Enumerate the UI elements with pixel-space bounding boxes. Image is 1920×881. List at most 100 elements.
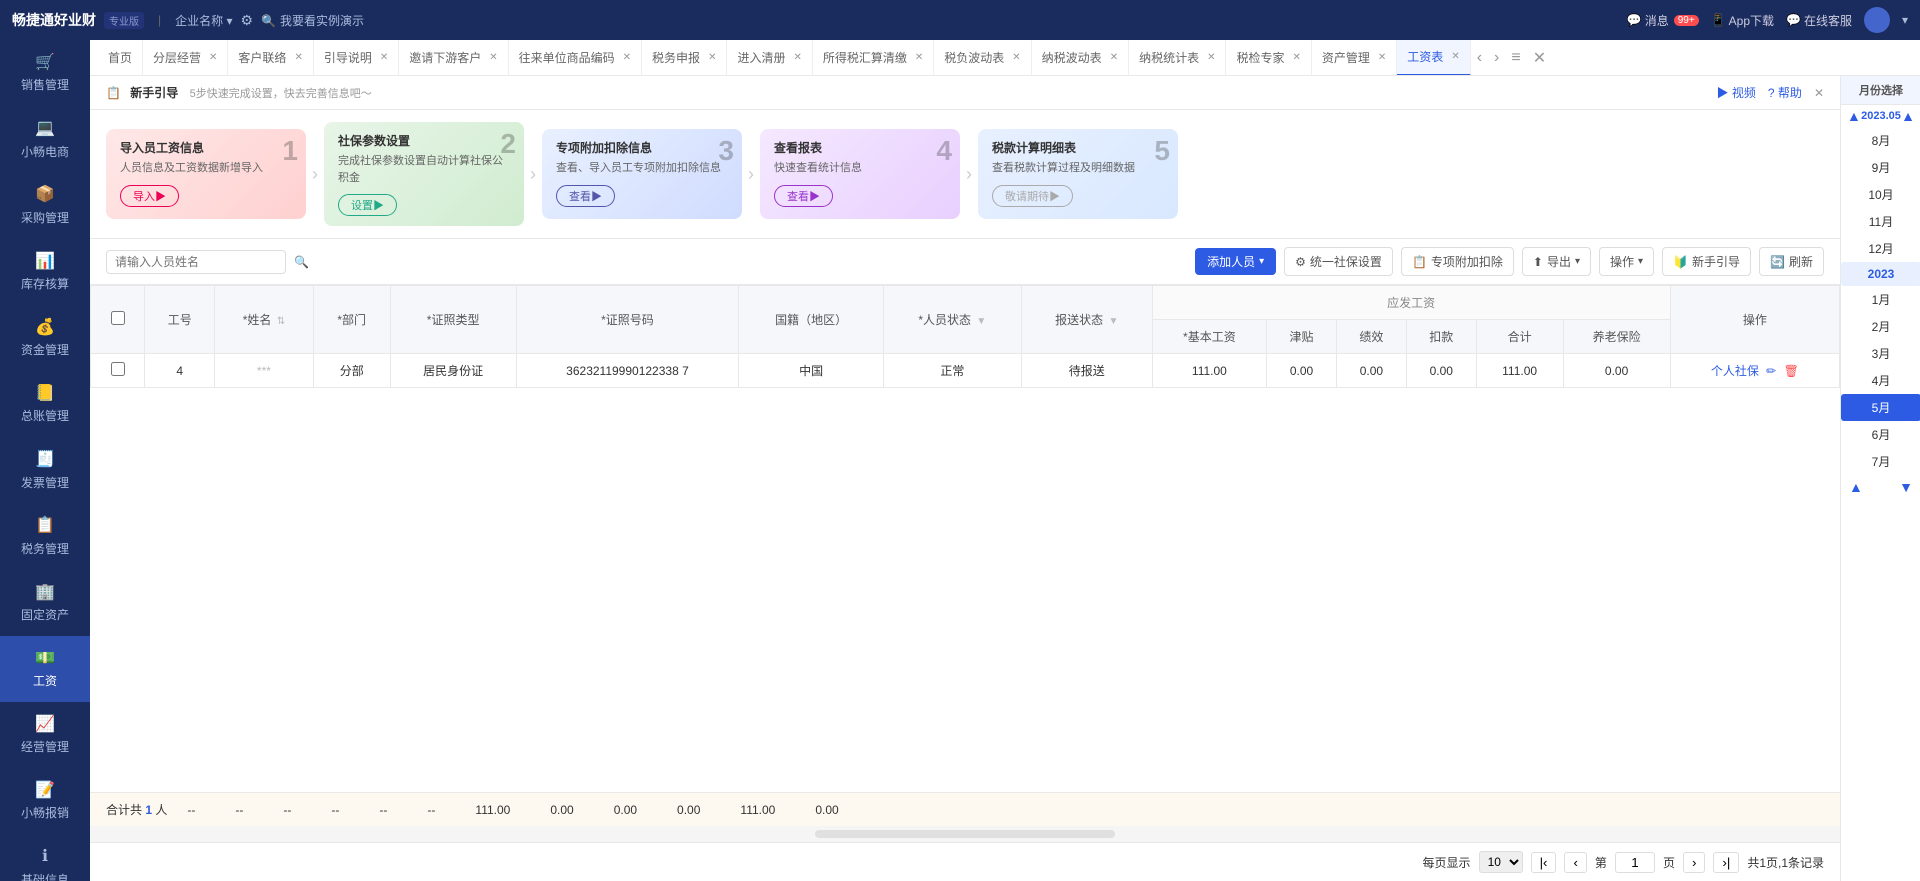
guide-video-btn[interactable]: ▶ 视频 — [1717, 84, 1756, 101]
tab-accounting[interactable]: 分层经营 ✕ — [143, 40, 228, 76]
tab-guide[interactable]: 引导说明 ✕ — [314, 40, 399, 76]
sidebar-item-operation[interactable]: 📈 经营管理 — [0, 702, 90, 768]
tab-asset[interactable]: 资产管理 ✕ — [1312, 40, 1397, 76]
month-item-4[interactable]: 4月 — [1841, 367, 1920, 394]
month-year-2023[interactable]: 2023 — [1841, 262, 1920, 286]
sidebar-item-fixed[interactable]: 🏢 固定资产 — [0, 570, 90, 636]
month-item-10[interactable]: 10月 — [1841, 181, 1920, 208]
tab-income-tax-close[interactable]: ✕ — [915, 52, 923, 63]
send-sort-icon[interactable]: ▼ — [1109, 316, 1119, 327]
tab-customer-close[interactable]: ✕ — [294, 52, 302, 63]
page-first-btn[interactable]: |‹ — [1531, 852, 1557, 873]
sidebar-item-inventory[interactable]: 📊 库存核算 — [0, 239, 90, 305]
month-panel-scroll-up[interactable]: ▲ — [1849, 479, 1863, 495]
sidebar-item-sales[interactable]: 🛒 销售管理 — [0, 40, 90, 106]
refresh-btn[interactable]: 🔄 刷新 — [1759, 247, 1824, 276]
sidebar-item-finance[interactable]: 💰 资金管理 — [0, 305, 90, 371]
user-avatar[interactable] — [1864, 7, 1890, 33]
per-page-select[interactable]: 10 20 50 — [1479, 851, 1523, 873]
demo-text[interactable]: 🔍我要看实例演示 — [261, 12, 364, 29]
tab-income-tax[interactable]: 所得税汇算清缴 ✕ — [813, 40, 934, 76]
step2-btn[interactable]: 设置▶ — [338, 194, 397, 216]
tab-product-code-close[interactable]: ✕ — [623, 52, 631, 63]
sidebar-item-marketing[interactable]: 📝 小畅报销 — [0, 768, 90, 834]
sidebar-item-ledger[interactable]: 📒 总账管理 — [0, 371, 90, 437]
row-checkbox[interactable] — [111, 362, 125, 376]
status-sort-icon[interactable]: ▼ — [976, 316, 986, 327]
user-menu-btn[interactable]: ▾ — [1902, 13, 1908, 27]
tab-invite[interactable]: 邀请下游客户 ✕ — [399, 40, 508, 76]
search-input[interactable] — [106, 250, 286, 274]
tab-product-code[interactable]: 往来单位商品编码 ✕ — [509, 40, 642, 76]
tab-asset-close[interactable]: ✕ — [1378, 52, 1386, 63]
tab-close-all[interactable]: ✕ — [1527, 48, 1552, 68]
tab-salary-close[interactable]: ✕ — [1451, 51, 1459, 62]
operations-btn[interactable]: 操作 ▾ — [1599, 247, 1654, 276]
tab-nav-right[interactable]: › — [1488, 49, 1505, 67]
month-item-6[interactable]: 6月 — [1841, 421, 1920, 448]
page-last-btn[interactable]: ›| — [1713, 852, 1739, 873]
tab-tax-expert[interactable]: 税检专家 ✕ — [1226, 40, 1311, 76]
tab-ledger[interactable]: 进入清册 ✕ — [727, 40, 812, 76]
tab-nav-left[interactable]: ‹ — [1471, 49, 1488, 67]
guide-close-btn[interactable]: ✕ — [1814, 86, 1824, 100]
tab-tax-report[interactable]: 税务申报 ✕ — [642, 40, 727, 76]
month-item-1[interactable]: 1月 — [1841, 286, 1920, 313]
name-sort-icon[interactable]: ⇅ — [277, 316, 285, 327]
sidebar-item-purchase[interactable]: 📦 采购管理 — [0, 172, 90, 238]
month-item-3[interactable]: 3月 — [1841, 340, 1920, 367]
unified-social-btn[interactable]: ⚙ 统一社保设置 — [1284, 247, 1393, 276]
tab-home[interactable]: 首页 — [98, 40, 143, 76]
page-prev-btn[interactable]: ‹ — [1564, 852, 1586, 873]
tab-customer[interactable]: 客户联络 ✕ — [228, 40, 313, 76]
tab-ledger-close[interactable]: ✕ — [793, 52, 801, 63]
month-item-12[interactable]: 12月 — [1841, 235, 1920, 262]
month-panel-scroll-down[interactable]: ▼ — [1899, 479, 1913, 495]
select-all-checkbox[interactable] — [111, 311, 125, 325]
settings-icon[interactable]: ⚙ — [240, 12, 253, 29]
tab-tax-stat[interactable]: 纳税统计表 ✕ — [1129, 40, 1226, 76]
step1-btn[interactable]: 导入▶ — [120, 185, 179, 207]
step5-btn[interactable]: 敬请期待▶ — [992, 185, 1073, 207]
add-person-button[interactable]: 添加人员 ▾ — [1195, 248, 1276, 275]
tab-nav-more[interactable]: ≡ — [1505, 49, 1526, 67]
special-deduction-btn[interactable]: 📋 专项附加扣除 — [1401, 247, 1514, 276]
guide-help-btn[interactable]: ? 帮助 — [1768, 84, 1802, 101]
month-item-8[interactable]: 8月 — [1841, 127, 1920, 154]
export-btn[interactable]: ⬆ 导出 ▾ — [1522, 247, 1591, 276]
tab-accounting-close[interactable]: ✕ — [209, 52, 217, 63]
month-item-2[interactable]: 2月 — [1841, 313, 1920, 340]
tab-invite-close[interactable]: ✕ — [489, 52, 497, 63]
sidebar-item-ecommerce[interactable]: 💻 小畅电商 — [0, 106, 90, 172]
page-number-input[interactable] — [1615, 852, 1655, 873]
sidebar-item-tax[interactable]: 📋 税务管理 — [0, 503, 90, 569]
row-delete-btn[interactable]: 🗑 — [1784, 364, 1799, 378]
company-selector[interactable]: 企业名称 ▾ — [175, 12, 232, 29]
step4-btn[interactable]: 查看▶ — [774, 185, 833, 207]
month-item-11[interactable]: 11月 — [1841, 208, 1920, 235]
tab-guide-close[interactable]: ✕ — [380, 52, 388, 63]
month-nav-up[interactable]: ▲ — [1847, 108, 1861, 124]
tab-tax-burden[interactable]: 税负波动表 ✕ — [934, 40, 1031, 76]
personal-social-btn[interactable]: 个人社保 — [1711, 364, 1759, 378]
app-download-btn[interactable]: 📱 App下载 — [1711, 12, 1774, 29]
tab-tax-expert-close[interactable]: ✕ — [1293, 52, 1301, 63]
sidebar-item-invoice[interactable]: 🧾 发票管理 — [0, 437, 90, 503]
online-service-btn[interactable]: 💬 在线客服 — [1786, 12, 1852, 29]
month-item-9[interactable]: 9月 — [1841, 154, 1920, 181]
message-btn[interactable]: 💬 消息 99+ — [1627, 12, 1699, 29]
sidebar-item-salary[interactable]: 💵 工资 — [0, 636, 90, 702]
horizontal-scrollbar[interactable] — [815, 830, 1115, 838]
month-nav-down[interactable]: ▲ — [1901, 108, 1915, 124]
page-next-btn[interactable]: › — [1683, 852, 1705, 873]
row-edit-btn[interactable]: ✏ — [1766, 364, 1776, 378]
search-button[interactable]: 🔍 — [294, 255, 309, 269]
tab-salary[interactable]: 工资表 ✕ — [1397, 40, 1470, 76]
new-guide-btn[interactable]: 🔰 新手引导 — [1662, 247, 1751, 276]
tab-tax-fluctuation-close[interactable]: ✕ — [1110, 52, 1118, 63]
step3-btn[interactable]: 查看▶ — [556, 185, 615, 207]
tab-tax-fluctuation[interactable]: 纳税波动表 ✕ — [1032, 40, 1129, 76]
tab-tax-report-close[interactable]: ✕ — [708, 52, 716, 63]
month-item-7[interactable]: 7月 — [1841, 448, 1920, 475]
sidebar-item-basic[interactable]: ℹ 基础信息 — [0, 834, 90, 881]
